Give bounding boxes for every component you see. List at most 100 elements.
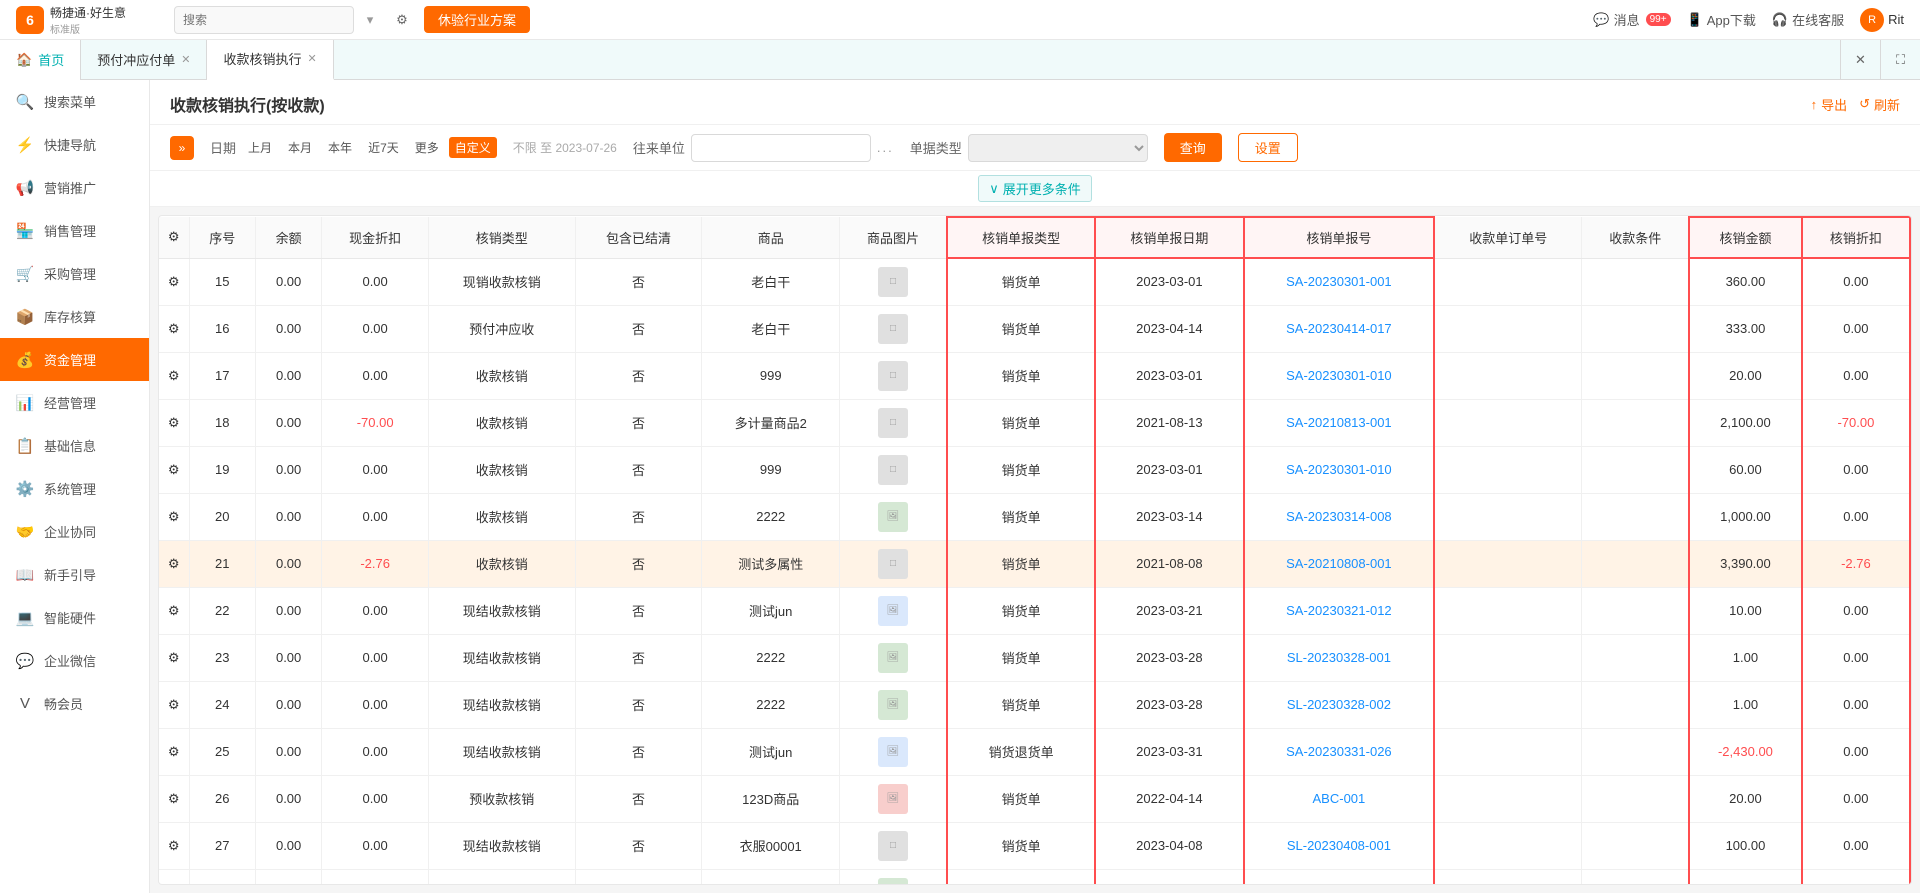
date-this-month[interactable]: 本月: [282, 137, 318, 158]
tab-receipt-close[interactable]: ✕: [307, 52, 316, 65]
cell-verify-type: 现结收款核销: [428, 822, 575, 869]
cell-balance: 0.00: [255, 775, 321, 822]
settings-icon[interactable]: ⚙: [388, 6, 416, 34]
sidebar-item-sales[interactable]: 🏪 销售管理: [0, 209, 149, 252]
tab-prepay[interactable]: 预付冲应付单 ✕: [81, 40, 207, 80]
query-button[interactable]: 查询: [1164, 133, 1222, 162]
sidebar-item-inventory[interactable]: 📦 库存核算: [0, 295, 149, 338]
th-settings[interactable]: ⚙: [159, 217, 189, 258]
sidebar-item-guide[interactable]: 📖 新手引导: [0, 553, 149, 596]
cell-settings[interactable]: ⚙: [159, 399, 189, 446]
bill-no-link[interactable]: SL-20230328-002: [1287, 697, 1391, 712]
cell-bill-no[interactable]: SL-20230418-001: [1244, 869, 1435, 885]
refresh-label: 刷新: [1874, 95, 1900, 114]
dropdown-icon[interactable]: ▾: [360, 10, 380, 30]
cell-settings[interactable]: ⚙: [159, 587, 189, 634]
filter-expand-button[interactable]: »: [170, 136, 194, 160]
cell-bill-no[interactable]: SA-20210813-001: [1244, 399, 1435, 446]
cell-cash-discount: 0.00: [322, 728, 429, 775]
table-container[interactable]: ⚙ 序号 余额 现金折扣 核销类型 包含已结清 商品 商品图片 核销单报类型 核…: [158, 215, 1912, 885]
date-custom[interactable]: 自定义: [449, 137, 497, 158]
online-service-item[interactable]: 🎧 在线客服: [1772, 10, 1844, 29]
cell-bill-no[interactable]: SL-20230408-001: [1244, 822, 1435, 869]
bill-no-link[interactable]: SA-20210813-001: [1286, 415, 1392, 430]
sidebar-item-purchase[interactable]: 🛒 采购管理: [0, 252, 149, 295]
cell-condition: [1582, 305, 1689, 352]
sidebar-item-base[interactable]: 📋 基础信息: [0, 424, 149, 467]
cell-bill-no[interactable]: SA-20230331-026: [1244, 728, 1435, 775]
cell-bill-no[interactable]: SA-20230301-001: [1244, 258, 1435, 305]
industry-button[interactable]: 休验行业方案: [424, 6, 530, 33]
cell-settings[interactable]: ⚙: [159, 258, 189, 305]
cell-settings[interactable]: ⚙: [159, 352, 189, 399]
cell-bill-no[interactable]: SA-20230314-008: [1244, 493, 1435, 540]
cell-included: 否: [575, 728, 702, 775]
cell-bill-no[interactable]: SL-20230328-002: [1244, 681, 1435, 728]
cell-amount: 100.00: [1689, 869, 1802, 885]
bill-no-link[interactable]: SA-20230301-010: [1286, 462, 1392, 477]
sidebar-item-member[interactable]: V 畅会员: [0, 682, 149, 725]
bill-no-link[interactable]: SA-20230321-012: [1286, 603, 1392, 618]
cell-settings[interactable]: ⚙: [159, 540, 189, 587]
sidebar-item-marketing[interactable]: 📢 营销推广: [0, 166, 149, 209]
bill-no-link[interactable]: SA-20230301-001: [1286, 274, 1392, 289]
refresh-button[interactable]: ↺ 刷新: [1859, 95, 1900, 114]
sidebar-item-finance[interactable]: 💰 资金管理: [0, 338, 149, 381]
cell-settings[interactable]: ⚙: [159, 305, 189, 352]
tab-bar-actions: ✕ ⛶: [1840, 40, 1920, 80]
bill-no-link[interactable]: SA-20230301-010: [1286, 368, 1392, 383]
sidebar-item-collab[interactable]: 🤝 企业协同: [0, 510, 149, 553]
sidebar-item-quick[interactable]: ⚡ 快捷导航: [0, 123, 149, 166]
cell-bill-no[interactable]: SA-20230301-010: [1244, 352, 1435, 399]
cell-settings[interactable]: ⚙: [159, 728, 189, 775]
bill-no-link[interactable]: SA-20230414-017: [1286, 321, 1392, 336]
sidebar-item-business[interactable]: 📊 经营管理: [0, 381, 149, 424]
cell-settings[interactable]: ⚙: [159, 493, 189, 540]
expand-more-button[interactable]: ∨ 展开更多条件: [978, 175, 1092, 202]
bill-type-select[interactable]: [968, 134, 1148, 162]
filter-setting-button[interactable]: 设置: [1238, 133, 1298, 162]
bill-no-link[interactable]: SA-20210808-001: [1286, 556, 1392, 571]
message-item[interactable]: 💬 消息 99+: [1593, 10, 1670, 29]
close-tab-button[interactable]: ✕: [1840, 40, 1880, 80]
export-button[interactable]: ↑ 导出: [1811, 95, 1848, 114]
product-thumbnail: 🖼: [878, 643, 908, 673]
cell-settings[interactable]: ⚙: [159, 446, 189, 493]
sidebar-item-hardware[interactable]: 💻 智能硬件: [0, 596, 149, 639]
bill-no-link[interactable]: SA-20230314-008: [1286, 509, 1392, 524]
cell-bill-no[interactable]: ABC-001: [1244, 775, 1435, 822]
date-last-month[interactable]: 上月: [242, 137, 278, 158]
sidebar-item-search[interactable]: 🔍 搜索菜单: [0, 80, 149, 123]
cell-settings[interactable]: ⚙: [159, 681, 189, 728]
user-area[interactable]: R Rit: [1860, 8, 1904, 32]
bill-no-link[interactable]: SA-20230331-026: [1286, 744, 1392, 759]
sidebar-item-wechat[interactable]: 💬 企业微信: [0, 639, 149, 682]
date-more[interactable]: 更多: [409, 137, 445, 158]
sidebar-item-system[interactable]: ⚙️ 系统管理: [0, 467, 149, 510]
cell-settings[interactable]: ⚙: [159, 634, 189, 681]
date-last-7days[interactable]: 近7天: [362, 137, 405, 158]
cell-settings[interactable]: ⚙: [159, 822, 189, 869]
tab-home[interactable]: 🏠 首页: [0, 40, 81, 80]
tab-prepay-close[interactable]: ✕: [181, 53, 190, 66]
sidebar-label-quick: 快捷导航: [44, 135, 96, 154]
cell-bill-no[interactable]: SL-20230328-001: [1244, 634, 1435, 681]
cell-no: 26: [189, 775, 255, 822]
expand-tab-button[interactable]: ⛶: [1880, 40, 1920, 80]
cell-receipt-no: [1434, 493, 1582, 540]
cell-bill-no[interactable]: SA-20230414-017: [1244, 305, 1435, 352]
search-input[interactable]: [174, 6, 354, 34]
cell-bill-no[interactable]: SA-20210808-001: [1244, 540, 1435, 587]
partner-input[interactable]: [691, 134, 871, 162]
bill-no-link[interactable]: SL-20230328-001: [1287, 650, 1391, 665]
cell-settings[interactable]: ⚙: [159, 775, 189, 822]
date-this-year[interactable]: 本年: [322, 137, 358, 158]
cell-included: 否: [575, 822, 702, 869]
bill-no-link[interactable]: SL-20230408-001: [1287, 838, 1391, 853]
cell-bill-no[interactable]: SA-20230301-010: [1244, 446, 1435, 493]
tab-receipt[interactable]: 收款核销执行 ✕: [207, 40, 333, 80]
cell-settings[interactable]: ⚙: [159, 869, 189, 885]
bill-no-link[interactable]: ABC-001: [1313, 791, 1366, 806]
cell-bill-no[interactable]: SA-20230321-012: [1244, 587, 1435, 634]
app-download-item[interactable]: 📱 App下载: [1687, 10, 1756, 29]
